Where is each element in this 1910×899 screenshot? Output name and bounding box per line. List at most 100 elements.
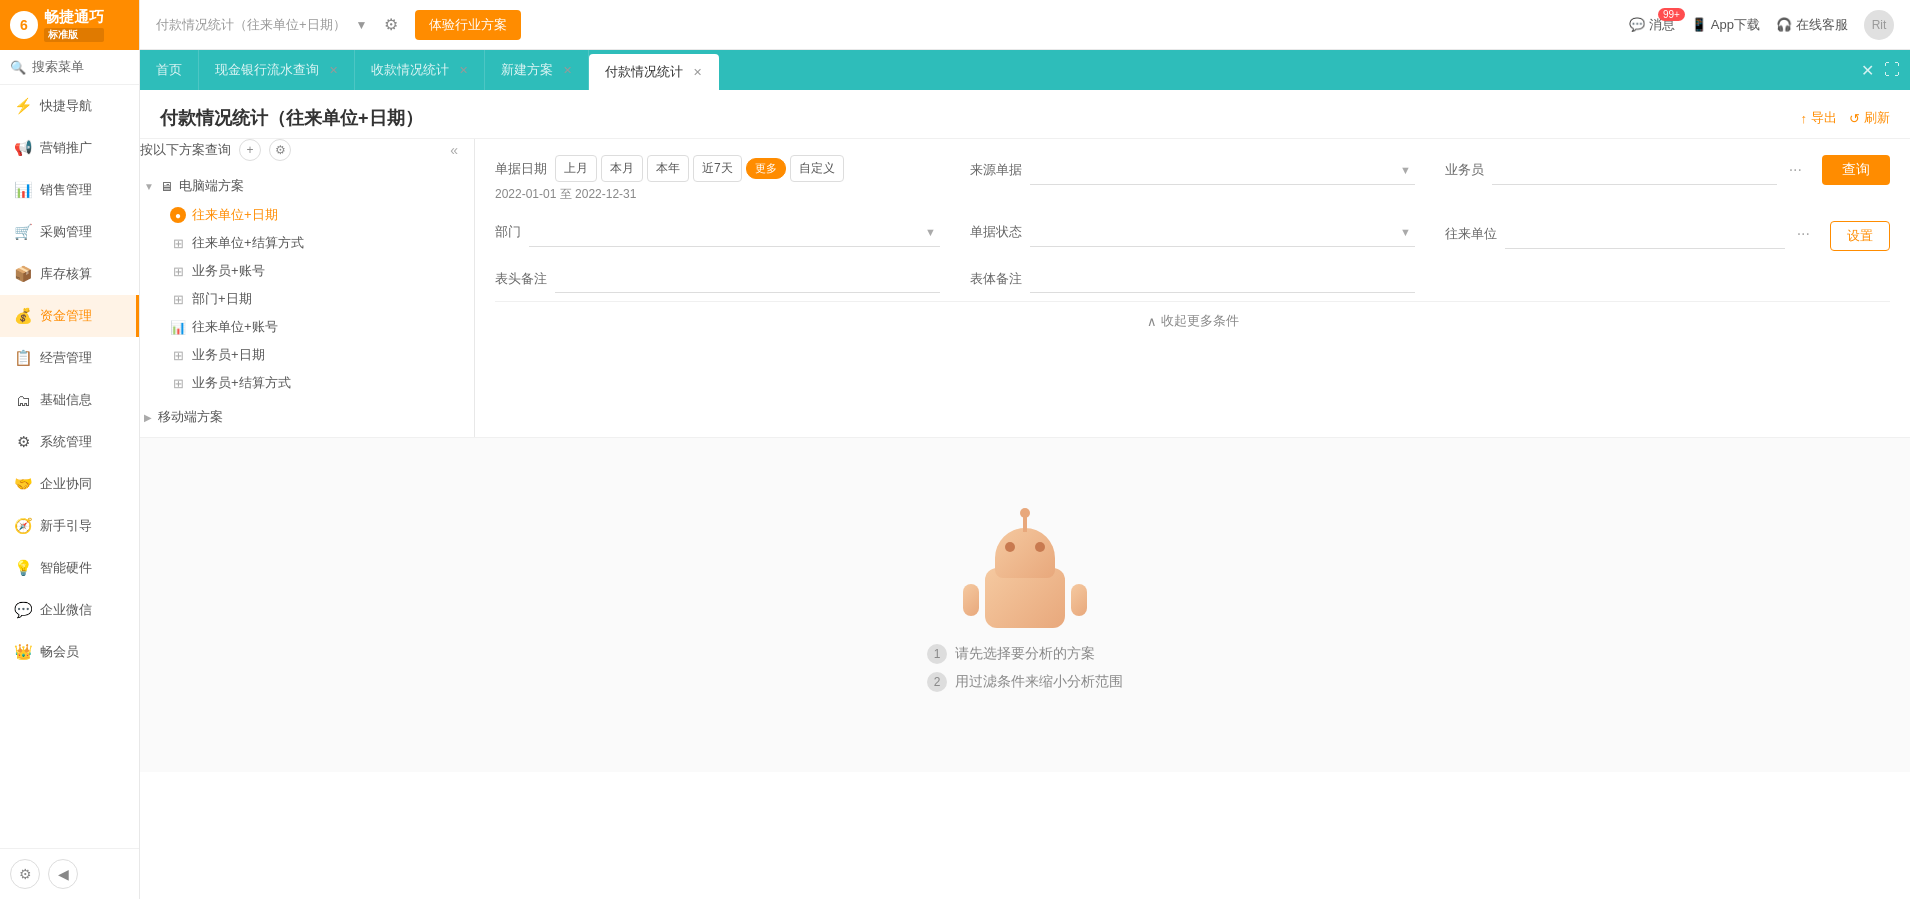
sidebar-item-hardware[interactable]: 💡智能硬件 [0, 547, 139, 589]
tab-receive[interactable]: 收款情况统计✕ [355, 50, 485, 90]
sidebar-item-sales[interactable]: 📊销售管理 [0, 169, 139, 211]
header-note-input[interactable] [555, 265, 940, 293]
logo-icon: 6 [10, 11, 38, 39]
body-note-input[interactable] [1030, 265, 1415, 293]
group-icon: 🖥 [160, 179, 173, 194]
date-btn-7days[interactable]: 近7天 [693, 155, 742, 182]
scheme-group-mobile-header[interactable]: ▶ 移动端方案 [140, 403, 458, 431]
sidebar-item-inventory[interactable]: 📦库存核算 [0, 253, 139, 295]
scheme-item-staff-date[interactable]: ⊞业务员+日期 [162, 341, 458, 369]
date-btn-more[interactable]: 更多 [746, 158, 786, 179]
scheme-settings-btn[interactable]: ⚙ [269, 139, 291, 161]
scheme-panel-label: 按以下方案查询 [140, 141, 231, 159]
scheme-add-btn[interactable]: + [239, 139, 261, 161]
scheme-item-unit-account[interactable]: 📊往来单位+账号 [162, 313, 458, 341]
doc-status-dropdown[interactable]: ▼ [1030, 217, 1415, 247]
date-btn-this-year[interactable]: 本年 [647, 155, 689, 182]
scheme-collapse-btn[interactable]: « [450, 142, 458, 158]
refresh-icon: ↺ [1849, 111, 1860, 126]
sidebar-item-system[interactable]: ⚙系统管理 [0, 421, 139, 463]
partner-more-icon[interactable]: ··· [1793, 225, 1814, 243]
topbar-avatar[interactable]: Rit [1864, 10, 1894, 40]
sidebar-item-operations[interactable]: 📋经营管理 [0, 337, 139, 379]
expand-btn[interactable]: ⛶ [1884, 61, 1900, 79]
filter-row-3-empty [1445, 265, 1890, 293]
scheme-group-desktop: ▼ 🖥 电脑端方案 ●往来单位+日期⊞往来单位+结算方式⊞业务员+账号⊞部门+日… [140, 171, 458, 397]
sales-label: 销售管理 [40, 181, 92, 199]
scheme-item-staff-account[interactable]: ⊞业务员+账号 [162, 257, 458, 285]
date-btn-custom[interactable]: 自定义 [790, 155, 844, 182]
avatar-text: Rit [1872, 18, 1887, 32]
robot-head [995, 528, 1055, 578]
sidebar-settings-btn[interactable]: ⚙ [10, 859, 40, 889]
tab-payment[interactable]: 付款情况统计✕ [589, 54, 719, 90]
sidebar-item-enterprise[interactable]: 🤝企业协同 [0, 463, 139, 505]
tab-close-receive[interactable]: ✕ [459, 64, 468, 77]
doc-status-arrow: ▼ [1400, 226, 1411, 238]
topbar-msg[interactable]: 💬 消息 99+ [1629, 16, 1675, 34]
sidebar-collapse-btn[interactable]: ◀ [48, 859, 78, 889]
tab-close-new-scheme[interactable]: ✕ [563, 64, 572, 77]
query-btn[interactable]: 查询 [1822, 155, 1890, 185]
scheme-item-unit-date[interactable]: ●往来单位+日期 [162, 201, 458, 229]
sidebar-item-purchase[interactable]: 🛒采购管理 [0, 211, 139, 253]
robot-antenna-top [1020, 508, 1030, 518]
partner-filter-inner: 往来单位 ··· 设置 [1445, 217, 1890, 251]
dept-dropdown[interactable]: ▼ [529, 217, 940, 247]
topbar-app[interactable]: 📱 App下载 [1691, 16, 1760, 34]
scheme-item-staff-settle[interactable]: ⊞业务员+结算方式 [162, 369, 458, 397]
scheme-group-desktop-header[interactable]: ▼ 🖥 电脑端方案 [140, 171, 458, 201]
topbar-gear-btn[interactable]: ⚙ [377, 11, 405, 39]
tab-bank[interactable]: 现金银行流水查询✕ [199, 50, 355, 90]
trial-btn[interactable]: 体验行业方案 [415, 10, 521, 40]
close-all-btn[interactable]: ✕ [1861, 61, 1874, 80]
collapse-more-btn[interactable]: ∧ 收起更多条件 [495, 301, 1890, 340]
staff-more-icon[interactable]: ··· [1785, 161, 1806, 179]
partner-dropdown[interactable] [1505, 219, 1785, 249]
scheme-items-desktop: ●往来单位+日期⊞往来单位+结算方式⊞业务员+账号⊞部门+日期📊往来单位+账号⊞… [140, 201, 458, 397]
scheme-item-dept-date[interactable]: ⊞部门+日期 [162, 285, 458, 313]
sidebar-item-member[interactable]: 👑畅会员 [0, 631, 139, 673]
settings-btn[interactable]: 设置 [1830, 221, 1890, 251]
sidebar-item-wechat[interactable]: 💬企业微信 [0, 589, 139, 631]
robot-eye-right [1035, 542, 1045, 552]
empty-hint-2: 2 用过滤条件来缩小分析范围 [927, 672, 1123, 692]
hardware-label: 智能硬件 [40, 559, 92, 577]
tab-close-payment[interactable]: ✕ [693, 66, 702, 79]
tab-new-scheme[interactable]: 新建方案✕ [485, 50, 589, 90]
refresh-btn[interactable]: ↺ 刷新 [1849, 109, 1890, 127]
scheme-item-table-icon: ⊞ [170, 235, 186, 251]
scheme-item-unit-settle[interactable]: ⊞往来单位+结算方式 [162, 229, 458, 257]
hint-text-1: 请先选择要分析的方案 [955, 645, 1095, 663]
sidebar: 6 畅捷通巧 标准版 🔍 搜索菜单 ⚡快捷导航📢营销推广📊销售管理🛒采购管理📦库… [0, 0, 140, 899]
date-btns: 上月 本月 本年 近7天 更多 自定义 [555, 155, 844, 182]
dept-label: 部门 [495, 223, 521, 241]
sidebar-item-quick-nav[interactable]: ⚡快捷导航 [0, 85, 139, 127]
scheme-item-label-dept-date: 部门+日期 [192, 290, 252, 308]
export-btn[interactable]: ↑ 导出 [1801, 109, 1838, 127]
staff-dropdown[interactable] [1492, 155, 1777, 185]
sidebar-search[interactable]: 🔍 搜索菜单 [0, 50, 139, 85]
partner-filter: 往来单位 ··· 设置 [1445, 217, 1890, 251]
scheme-panel-header: 按以下方案查询 + ⚙ « [140, 139, 458, 161]
source-dropdown[interactable]: ▼ [1030, 155, 1415, 185]
date-btn-last-month[interactable]: 上月 [555, 155, 597, 182]
filter-row-1: 单据日期 上月 本月 本年 近7天 更多 自定义 2022-01-01 至 20… [495, 155, 1890, 203]
quick-nav-label: 快捷导航 [40, 97, 92, 115]
date-filter-top: 单据日期 上月 本月 本年 近7天 更多 自定义 [495, 155, 940, 182]
date-btn-this-month[interactable]: 本月 [601, 155, 643, 182]
sidebar-item-guide[interactable]: 🧭新手引导 [0, 505, 139, 547]
scheme-group-mobile: ▶ 移动端方案 [140, 403, 458, 431]
tab-home[interactable]: 首页 [140, 50, 199, 90]
doc-status-inner: 单据状态 ▼ [970, 217, 1415, 247]
guide-label: 新手引导 [40, 517, 92, 535]
sidebar-item-capital[interactable]: 💰资金管理 [0, 295, 139, 337]
sidebar-item-marketing[interactable]: 📢营销推广 [0, 127, 139, 169]
tab-close-bank[interactable]: ✕ [329, 64, 338, 77]
sidebar-logo: 6 畅捷通巧 标准版 [0, 0, 139, 50]
topbar-service[interactable]: 🎧 在线客服 [1776, 16, 1848, 34]
logo-name: 畅捷通巧 [44, 8, 104, 26]
sidebar-item-basic-info[interactable]: 🗂基础信息 [0, 379, 139, 421]
msg-badge: 99+ [1658, 8, 1685, 21]
logo-text: 畅捷通巧 标准版 [44, 8, 104, 42]
